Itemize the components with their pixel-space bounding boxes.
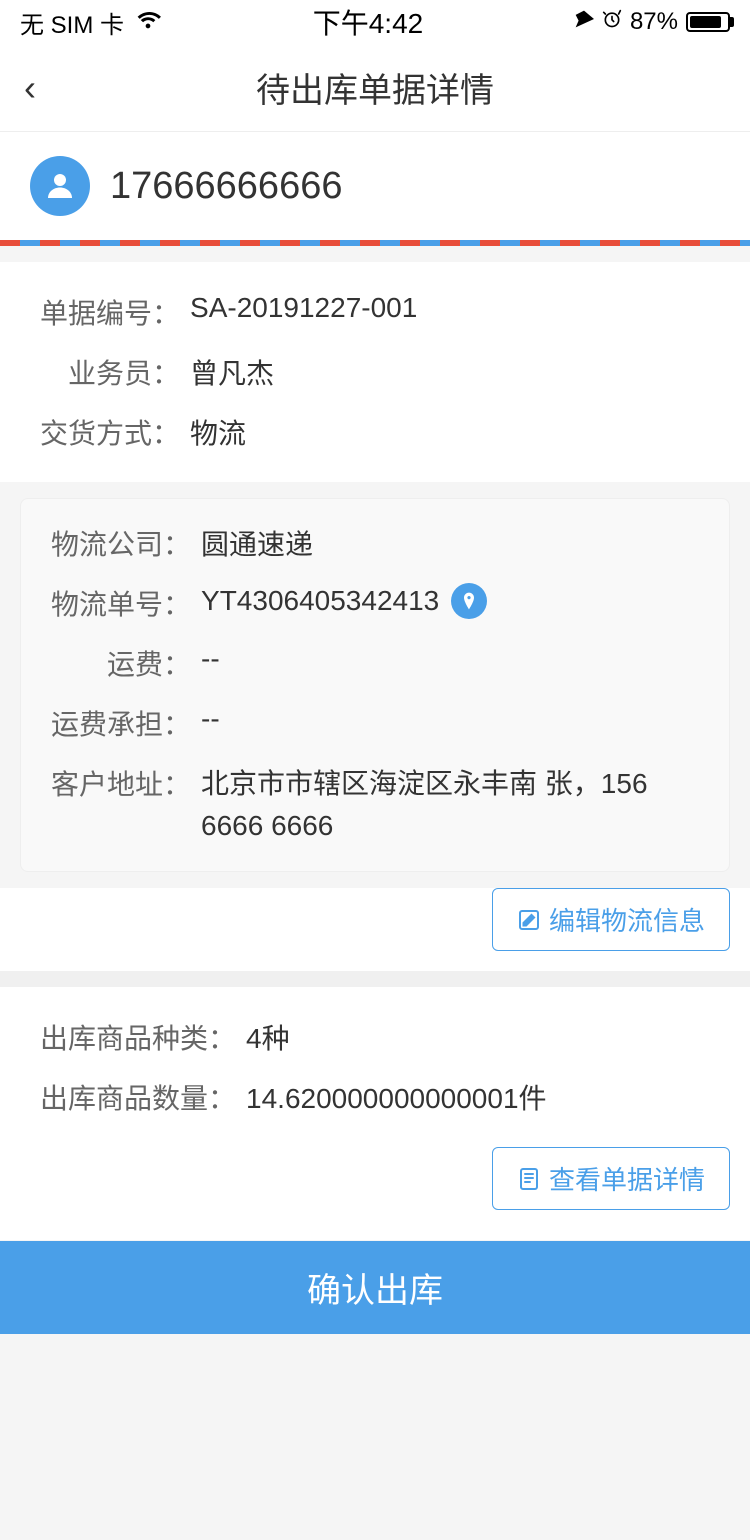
user-icon — [42, 168, 78, 204]
carrier-text: 无 SIM 卡 — [20, 5, 124, 40]
product-category-label: 出库商品种类： — [40, 1017, 236, 1057]
avatar — [30, 156, 90, 216]
agent-label: 业务员： — [40, 352, 180, 392]
agent-row: 业务员： 曾凡杰 — [40, 352, 710, 392]
view-btn-label: 查看单据详情 — [549, 1160, 705, 1197]
logistics-section: 物流公司： 圆通速递 物流单号： YT4306405342413 运费： -- … — [20, 498, 730, 872]
order-no-value: SA-20191227-001 — [190, 292, 710, 324]
battery-icon — [686, 12, 730, 32]
product-quantity-label: 出库商品数量： — [40, 1077, 236, 1117]
battery-text: 87% — [630, 8, 678, 36]
freight-row: 运费： -- — [51, 643, 699, 683]
order-no-row: 单据编号： SA-20191227-001 — [40, 292, 710, 332]
logistics-tracking-row: 物流单号： YT4306405342413 — [51, 583, 699, 623]
alarm-icon — [602, 8, 622, 36]
order-info-section: 单据编号： SA-20191227-001 业务员： 曾凡杰 交货方式： 物流 — [0, 262, 750, 482]
user-phone: 17666666666 — [110, 165, 342, 208]
address-row: 客户地址： 北京市市辖区海淀区永丰南 张，156 6666 6666 — [51, 763, 699, 847]
logistics-company-label: 物流公司： — [51, 523, 191, 563]
freight-bearer-label: 运费承担： — [51, 703, 191, 743]
address-label: 客户地址： — [51, 763, 191, 803]
back-button[interactable]: ‹ — [24, 67, 36, 109]
delivery-value: 物流 — [190, 412, 710, 452]
edit-logistics-button[interactable]: 编辑物流信息 — [492, 888, 730, 951]
products-section: 出库商品种类： 4种 出库商品数量： 14.620000000000001件 — [0, 987, 750, 1147]
document-icon — [517, 1167, 541, 1191]
order-no-label: 单据编号： — [40, 292, 180, 332]
address-value: 北京市市辖区海淀区永丰南 张，156 6666 6666 — [201, 763, 699, 847]
logistics-company-row: 物流公司： 圆通速递 — [51, 523, 699, 563]
edit-btn-label: 编辑物流信息 — [549, 901, 705, 938]
product-category-value: 4种 — [246, 1017, 290, 1057]
user-header: 17666666666 — [0, 132, 750, 240]
logistics-company-value: 圆通速递 — [201, 523, 699, 563]
dashed-divider — [0, 240, 750, 246]
view-btn-row: 查看单据详情 — [0, 1147, 750, 1240]
delivery-label: 交货方式： — [40, 412, 180, 452]
confirm-btn-container: 确认出库 — [0, 1241, 750, 1334]
confirm-button[interactable]: 确认出库 — [307, 1263, 443, 1312]
freight-bearer-row: 运费承担： -- — [51, 703, 699, 743]
edit-icon — [517, 908, 541, 932]
product-quantity-value: 14.620000000000001件 — [246, 1077, 547, 1117]
view-details-button[interactable]: 查看单据详情 — [492, 1147, 730, 1210]
status-bar: 无 SIM 卡 下午4:42 87% — [0, 0, 750, 44]
agent-value: 曾凡杰 — [190, 352, 710, 392]
delivery-row: 交货方式： 物流 — [40, 412, 710, 452]
freight-label: 运费： — [51, 643, 191, 683]
logistics-tracking-value: YT4306405342413 — [201, 583, 699, 619]
page-title: 待出库单据详情 — [256, 63, 494, 112]
freight-bearer-value: -- — [201, 703, 699, 735]
product-category-row: 出库商品种类： 4种 — [40, 1017, 710, 1057]
status-time: 下午4:42 — [313, 2, 424, 42]
nav-bar: ‹ 待出库单据详情 — [0, 44, 750, 132]
section-divider — [0, 971, 750, 987]
edit-btn-row: 编辑物流信息 — [0, 888, 750, 971]
wifi-icon — [134, 9, 162, 35]
freight-value: -- — [201, 643, 699, 675]
status-right: 87% — [574, 8, 730, 36]
map-pin-icon[interactable] — [451, 583, 487, 619]
product-quantity-row: 出库商品数量： 14.620000000000001件 — [40, 1077, 710, 1117]
logistics-tracking-label: 物流单号： — [51, 583, 191, 623]
location-status-icon — [574, 8, 594, 36]
status-left: 无 SIM 卡 — [20, 5, 162, 40]
tracking-number: YT4306405342413 — [201, 585, 439, 617]
